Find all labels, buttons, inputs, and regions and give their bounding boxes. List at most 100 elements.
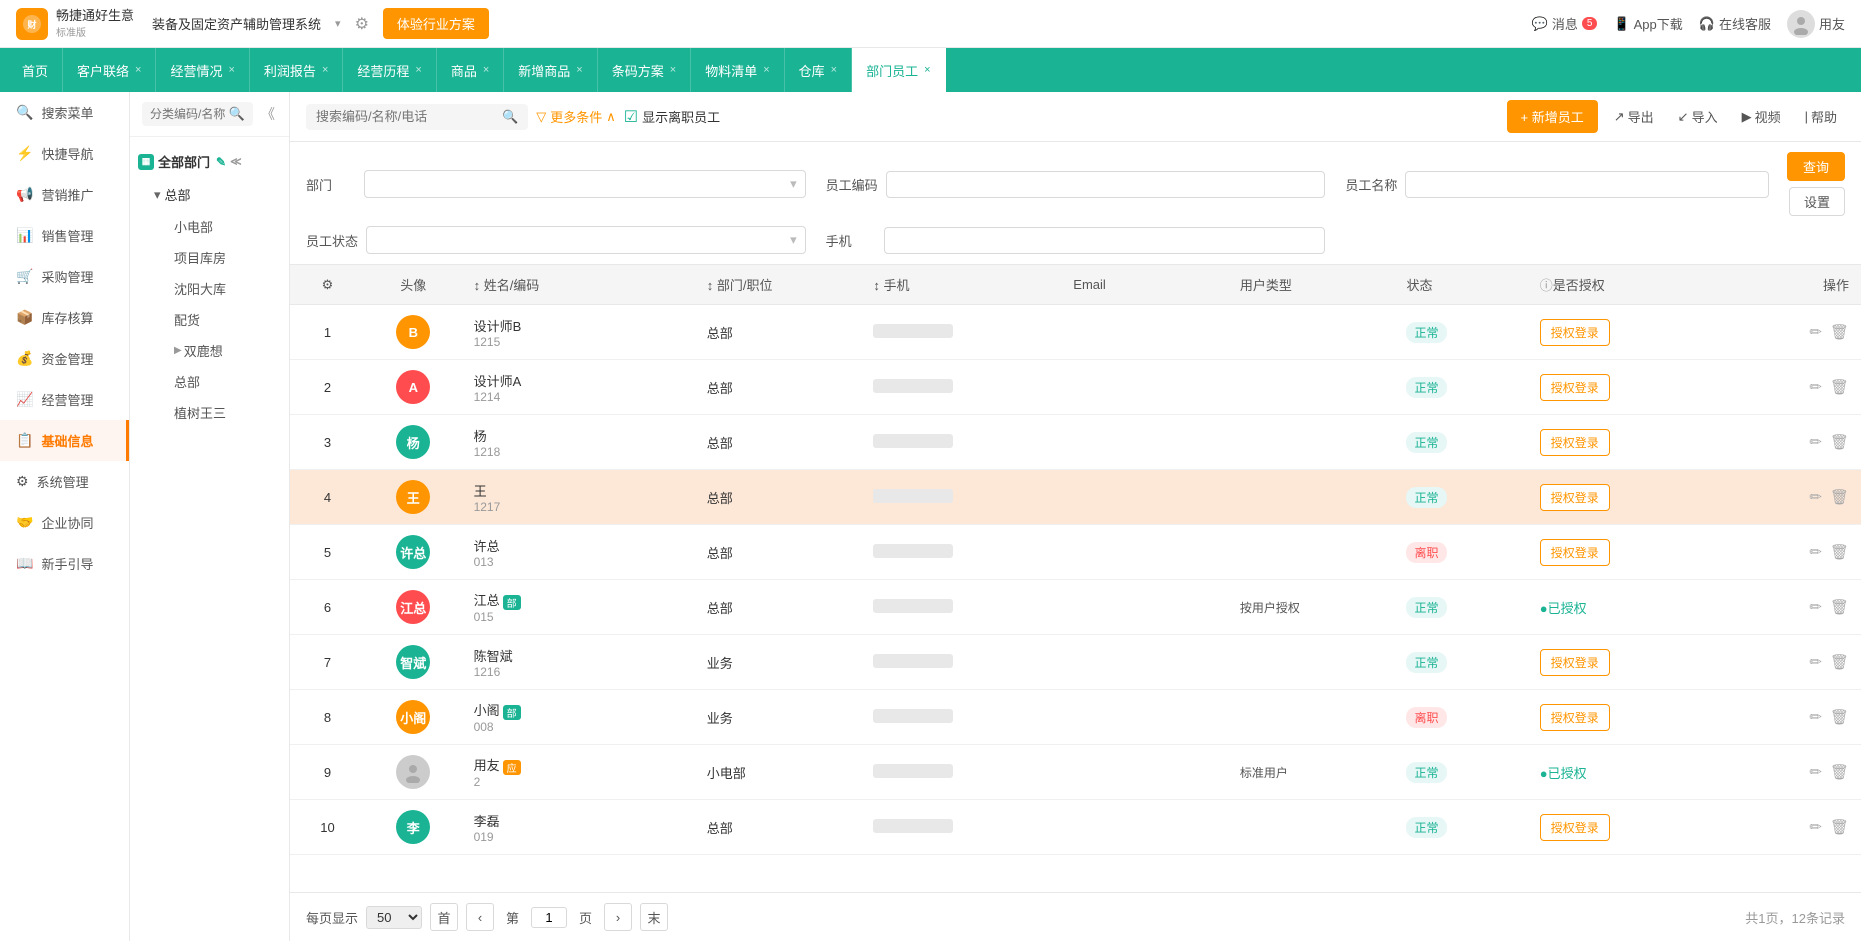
- dept-item-general[interactable]: ▾ 总部: [138, 178, 289, 211]
- auth-button[interactable]: 授权登录: [1540, 814, 1610, 841]
- edit-button[interactable]: ✏: [1809, 763, 1822, 781]
- sidebar-item-purchase[interactable]: 🛒 采购管理: [0, 256, 129, 297]
- delete-button[interactable]: 🗑: [1830, 543, 1849, 561]
- delete-button[interactable]: 🗑: [1830, 653, 1849, 671]
- delete-button[interactable]: 🗑: [1830, 708, 1849, 726]
- filter-phone-input[interactable]: [884, 227, 1326, 254]
- close-icon[interactable]: ×: [228, 64, 234, 76]
- delete-button[interactable]: 🗑: [1830, 763, 1849, 781]
- edit-button[interactable]: ✏: [1809, 488, 1822, 506]
- dept-item-shuanglu[interactable]: ▶ 双鹿想: [154, 335, 289, 366]
- trial-button[interactable]: 体验行业方案: [383, 8, 489, 39]
- message-item[interactable]: 💬 消息 5: [1532, 14, 1598, 33]
- tab-customer[interactable]: 客户联络 ×: [63, 48, 156, 92]
- dept-item-shenyang[interactable]: 沈阳大库: [154, 273, 289, 304]
- tab-home[interactable]: 首页: [8, 48, 63, 92]
- all-dept-item[interactable]: ▦ 全部部门 ✎ ≪: [130, 145, 289, 178]
- close-icon[interactable]: ×: [483, 64, 489, 76]
- view-button[interactable]: ▶ 视频: [1734, 102, 1789, 131]
- last-page-button[interactable]: 末: [640, 903, 668, 931]
- app-download-item[interactable]: 📱 App下载: [1613, 14, 1682, 33]
- sidebar-item-finance[interactable]: 💰 资金管理: [0, 338, 129, 379]
- col-header-settings[interactable]: ⚙: [290, 265, 365, 305]
- auth-button[interactable]: 授权登录: [1540, 319, 1610, 346]
- tab-goods[interactable]: 商品 ×: [437, 48, 504, 92]
- filter-empcode-input[interactable]: [886, 171, 1326, 198]
- search-icon-toolbar[interactable]: 🔍: [502, 109, 518, 125]
- add-employee-button[interactable]: + 新增员工: [1507, 100, 1598, 133]
- edit-button[interactable]: ✏: [1809, 598, 1822, 616]
- delete-button[interactable]: 🗑: [1830, 818, 1849, 836]
- edit-button[interactable]: ✏: [1809, 543, 1822, 561]
- tab-new-goods[interactable]: 新增商品 ×: [504, 48, 597, 92]
- edit-button[interactable]: ✏: [1809, 378, 1822, 396]
- delete-button[interactable]: 🗑: [1830, 598, 1849, 616]
- sidebar-item-guide[interactable]: 📖 新手引导: [0, 543, 129, 584]
- more-filter-button[interactable]: ▽ 更多条件 ∧: [536, 107, 616, 126]
- tab-history[interactable]: 经营历程 ×: [343, 48, 436, 92]
- sidebar-item-collab[interactable]: 🤝 企业协同: [0, 502, 129, 543]
- tab-operation[interactable]: 经营情况 ×: [156, 48, 249, 92]
- sidebar-item-nav[interactable]: ⚡ 快捷导航: [0, 133, 129, 174]
- filter-dept-select[interactable]: ▾: [364, 170, 806, 198]
- tab-barcode[interactable]: 条码方案 ×: [598, 48, 691, 92]
- sidebar-item-inventory[interactable]: 📦 库存核算: [0, 297, 129, 338]
- page-size-select[interactable]: 50 100: [366, 906, 422, 929]
- current-page-input[interactable]: [531, 907, 567, 928]
- tab-bom[interactable]: 物料清单 ×: [691, 48, 784, 92]
- system-dropdown-arrow[interactable]: ▾: [335, 17, 341, 30]
- service-item[interactable]: 🎧 在线客服: [1699, 14, 1771, 33]
- user-item[interactable]: 用友: [1787, 10, 1845, 38]
- close-icon[interactable]: ×: [135, 64, 141, 76]
- search-input[interactable]: [316, 109, 496, 124]
- chevron-collapse-icon[interactable]: ≪: [230, 155, 242, 168]
- filter-status-select[interactable]: ▾: [366, 226, 806, 254]
- close-icon[interactable]: ×: [924, 64, 930, 76]
- next-page-button[interactable]: ›: [604, 903, 632, 931]
- export-button[interactable]: ↗ 导出: [1606, 102, 1662, 131]
- close-icon[interactable]: ×: [415, 64, 421, 76]
- sidebar-item-basic[interactable]: 📋 基础信息: [0, 420, 129, 461]
- auth-button[interactable]: 授权登录: [1540, 484, 1610, 511]
- collapse-button[interactable]: 《: [259, 102, 277, 126]
- import-button[interactable]: ↙ 导入: [1670, 102, 1726, 131]
- print-button[interactable]: | 帮助: [1797, 102, 1845, 131]
- edit-button[interactable]: ✏: [1809, 818, 1822, 836]
- dept-item-xiaodian[interactable]: 小电部: [154, 211, 289, 242]
- prev-page-button[interactable]: ‹: [466, 903, 494, 931]
- delete-button[interactable]: 🗑: [1830, 433, 1849, 451]
- gear-icon[interactable]: ⚙: [351, 10, 373, 38]
- dept-item-zhushu[interactable]: 植树王三: [154, 397, 289, 428]
- auth-button[interactable]: 授权登录: [1540, 704, 1610, 731]
- search-action-button[interactable]: 查询: [1787, 152, 1845, 181]
- auth-button[interactable]: 授权登录: [1540, 429, 1610, 456]
- dept-item-project[interactable]: 项目库房: [154, 242, 289, 273]
- tab-profit[interactable]: 利润报告 ×: [250, 48, 343, 92]
- close-icon[interactable]: ×: [763, 64, 769, 76]
- delete-button[interactable]: 🗑: [1830, 323, 1849, 341]
- auth-button[interactable]: 授权登录: [1540, 649, 1610, 676]
- close-icon[interactable]: ×: [322, 64, 328, 76]
- filter-empname-input[interactable]: [1405, 171, 1769, 198]
- col-header-dept[interactable]: ↕ 部门/职位: [695, 265, 862, 305]
- delete-button[interactable]: 🗑: [1830, 378, 1849, 396]
- delete-button[interactable]: 🗑: [1830, 488, 1849, 506]
- col-header-name[interactable]: ↕ 姓名/编码: [462, 265, 695, 305]
- sidebar-item-marketing[interactable]: 📢 营销推广: [0, 174, 129, 215]
- show-inactive-wrap[interactable]: ☑ 显示离职员工: [624, 107, 720, 127]
- sidebar-item-sales[interactable]: 📊 销售管理: [0, 215, 129, 256]
- tab-warehouse[interactable]: 仓库 ×: [785, 48, 852, 92]
- col-header-phone[interactable]: ↕ 手机: [861, 265, 1061, 305]
- edit-button[interactable]: ✏: [1809, 653, 1822, 671]
- auth-button[interactable]: 授权登录: [1540, 539, 1610, 566]
- sidebar-item-search[interactable]: 🔍 搜索菜单: [0, 92, 129, 133]
- dept-item-distribution[interactable]: 配货: [154, 304, 289, 335]
- close-icon[interactable]: ×: [576, 64, 582, 76]
- close-icon[interactable]: ×: [831, 64, 837, 76]
- edit-button[interactable]: ✏: [1809, 433, 1822, 451]
- edit-button[interactable]: ✏: [1809, 323, 1822, 341]
- dept-item-zongbu[interactable]: 总部: [154, 366, 289, 397]
- tab-department[interactable]: 部门员工 ×: [852, 48, 945, 92]
- sidebar-item-system[interactable]: ⚙ 系统管理: [0, 461, 129, 502]
- auth-button[interactable]: 授权登录: [1540, 374, 1610, 401]
